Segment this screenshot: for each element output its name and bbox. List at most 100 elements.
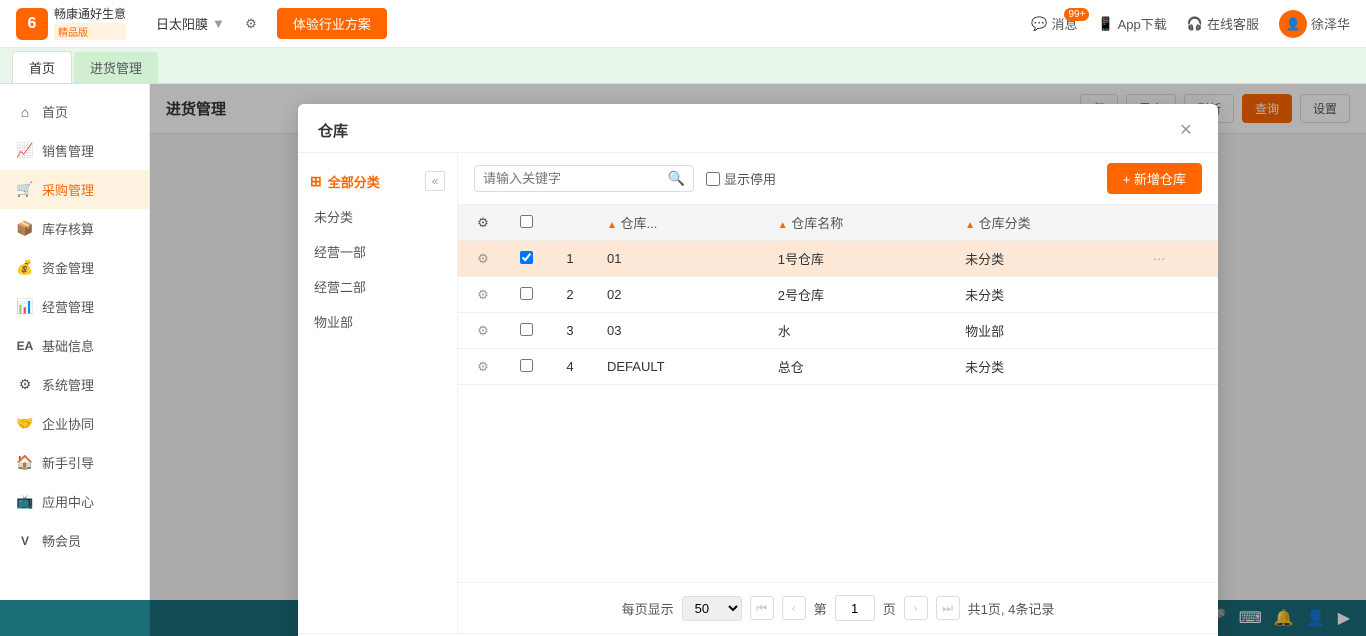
table-row[interactable]: ⚙ 2 02 2号仓库 未分类 xyxy=(458,277,1218,313)
sidebar-label-system: 系统管理 xyxy=(42,375,94,394)
row-gear-btn[interactable]: ⚙ xyxy=(458,241,508,277)
next-page-btn[interactable]: › xyxy=(904,596,928,620)
headset-icon: 🎧 xyxy=(1187,16,1203,32)
search-icon: 🔍 xyxy=(668,170,685,187)
category-property[interactable]: 物业部 xyxy=(298,304,457,339)
first-page-btn[interactable]: ⏮ xyxy=(750,596,774,620)
col-header-actions xyxy=(1141,205,1218,241)
sort-icon-name: ▲ xyxy=(778,220,788,231)
col-header-gear: ⚙ xyxy=(458,205,508,241)
row-gear-btn[interactable]: ⚙ xyxy=(458,349,508,385)
sidebar-item-apps[interactable]: 📺 应用中心 xyxy=(0,482,149,521)
sidebar-item-basic-info[interactable]: EA 基础信息 xyxy=(0,326,149,365)
row-num: 3 xyxy=(545,313,595,349)
row-actions[interactable]: ··· xyxy=(1141,241,1218,277)
select-all-checkbox[interactable] xyxy=(520,215,533,228)
sort-icon-cat: ▲ xyxy=(965,220,975,231)
modal-sidebar-header: ⊞ 全部分类 « xyxy=(298,163,457,199)
grid-icon: ⊞ xyxy=(310,173,322,190)
service-item[interactable]: 🎧 在线客服 xyxy=(1187,14,1259,33)
modal-body: ⊞ 全部分类 « 未分类 经营一部 经营二部 物业部 xyxy=(298,153,1218,633)
user-name: 徐泽华 xyxy=(1311,14,1350,33)
system-icon: ⚙ xyxy=(16,376,34,393)
row-checkbox[interactable] xyxy=(508,241,545,277)
row-code: 01 xyxy=(595,241,766,277)
category-ops2[interactable]: 经营二部 xyxy=(298,269,457,304)
sidebar-item-enterprise[interactable]: 🤝 企业协同 xyxy=(0,404,149,443)
settings-icon[interactable]: ⚙ xyxy=(237,10,265,38)
page-number-input[interactable] xyxy=(835,595,875,621)
modal-close-button[interactable]: ✕ xyxy=(1174,118,1198,142)
per-page-select[interactable]: 10 20 50 100 xyxy=(682,596,742,621)
brand-badge: 精品版 xyxy=(54,23,126,40)
modal-content-area: 🔍 显示停用 + 新增仓库 ⚙ xyxy=(458,153,1218,633)
row-actions[interactable] xyxy=(1141,313,1218,349)
search-input-wrap: 🔍 xyxy=(474,165,694,192)
message-badge: 99+ xyxy=(1064,8,1089,21)
all-categories-btn[interactable]: ⊞ 全部分类 xyxy=(310,172,380,191)
sidebar-item-sales[interactable]: 📈 销售管理 xyxy=(0,131,149,170)
row-num: 2 xyxy=(545,277,595,313)
modal-search-bar: 🔍 显示停用 + 新增仓库 xyxy=(458,153,1218,205)
sidebar-item-purchase[interactable]: 🛒 采购管理 xyxy=(0,170,149,209)
inventory-icon: 📦 xyxy=(16,220,34,237)
sidebar-item-vip[interactable]: V 畅会员 xyxy=(0,521,149,560)
trial-button[interactable]: 体验行业方案 xyxy=(277,8,387,39)
last-page-btn[interactable]: ⏭ xyxy=(936,596,960,620)
row-category: 物业部 xyxy=(953,313,1140,349)
table-row[interactable]: ⚙ 3 03 水 物业部 xyxy=(458,313,1218,349)
row-checkbox[interactable] xyxy=(508,349,545,385)
user-item[interactable]: 👤 徐泽华 xyxy=(1279,10,1350,38)
category-unclassified[interactable]: 未分类 xyxy=(298,199,457,234)
sidebar-item-home[interactable]: ⌂ 首页 xyxy=(0,92,149,131)
category-ops1[interactable]: 经营一部 xyxy=(298,234,457,269)
table-row[interactable]: ⚙ 1 01 1号仓库 未分类 ··· xyxy=(458,241,1218,277)
sidebar-label-guide: 新手引导 xyxy=(42,453,94,472)
nav-tabs: 首页 进货管理 xyxy=(0,48,1366,84)
prev-page-btn[interactable]: ‹ xyxy=(782,596,806,620)
sidebar-item-operations[interactable]: 📊 经营管理 xyxy=(0,287,149,326)
all-categories-label: 全部分类 xyxy=(328,172,380,191)
phone-icon: 📱 xyxy=(1097,16,1113,32)
col-header-check xyxy=(508,205,545,241)
sidebar-item-inventory[interactable]: 📦 库存核算 xyxy=(0,209,149,248)
row-gear-btn[interactable]: ⚙ xyxy=(458,313,508,349)
tab-home[interactable]: 首页 xyxy=(12,51,72,83)
row-code: 02 xyxy=(595,277,766,313)
row-gear-btn[interactable]: ⚙ xyxy=(458,277,508,313)
store-selector[interactable]: 日太阳膜 ▼ xyxy=(156,14,225,33)
sidebar-item-guide[interactable]: 🏠 新手引导 xyxy=(0,443,149,482)
search-input[interactable] xyxy=(483,171,668,186)
row-num: 1 xyxy=(545,241,595,277)
modal-pagination: 每页显示 10 20 50 100 ⏮ ‹ 第 页 › ⏭ xyxy=(458,582,1218,633)
store-name: 日太阳膜 xyxy=(156,14,208,33)
row-name: 2号仓库 xyxy=(766,277,953,313)
message-item[interactable]: 💬 消息 99+ xyxy=(1031,14,1077,33)
collapse-sidebar-button[interactable]: « xyxy=(425,171,445,191)
row-name: 水 xyxy=(766,313,953,349)
show-disabled-label[interactable]: 显示停用 xyxy=(706,169,776,188)
row-actions[interactable] xyxy=(1141,277,1218,313)
row-category: 未分类 xyxy=(953,277,1140,313)
basic-info-icon: EA xyxy=(16,339,34,353)
sales-icon: 📈 xyxy=(16,142,34,159)
sidebar-label-operations: 经营管理 xyxy=(42,297,94,316)
warehouse-table: ⚙ ▲ 仓库... ▲ 仓库名称 xyxy=(458,205,1218,582)
row-checkbox[interactable] xyxy=(508,277,545,313)
sidebar-item-system[interactable]: ⚙ 系统管理 xyxy=(0,365,149,404)
brand-name: 畅康通好生意 xyxy=(54,7,126,23)
add-warehouse-button[interactable]: + 新增仓库 xyxy=(1107,163,1202,194)
row-actions[interactable] xyxy=(1141,349,1218,385)
modal-title: 仓库 xyxy=(318,120,348,141)
app-download-item[interactable]: 📱 App下载 xyxy=(1097,14,1166,33)
user-avatar: 👤 xyxy=(1279,10,1307,38)
brand-icon: 6 xyxy=(16,8,48,40)
sidebar-label-purchase: 采购管理 xyxy=(42,180,94,199)
row-checkbox[interactable] xyxy=(508,313,545,349)
table-row[interactable]: ⚙ 4 DEFAULT 总仓 未分类 xyxy=(458,349,1218,385)
col-header-category: ▲ 仓库分类 xyxy=(953,205,1140,241)
content-area: 进货管理 印 导出 刷新 查询 设置 仓库 ✕ xyxy=(150,84,1366,636)
show-disabled-checkbox[interactable] xyxy=(706,172,720,186)
tab-purchase[interactable]: 进货管理 xyxy=(74,52,158,83)
sidebar-item-finance[interactable]: 💰 资金管理 xyxy=(0,248,149,287)
